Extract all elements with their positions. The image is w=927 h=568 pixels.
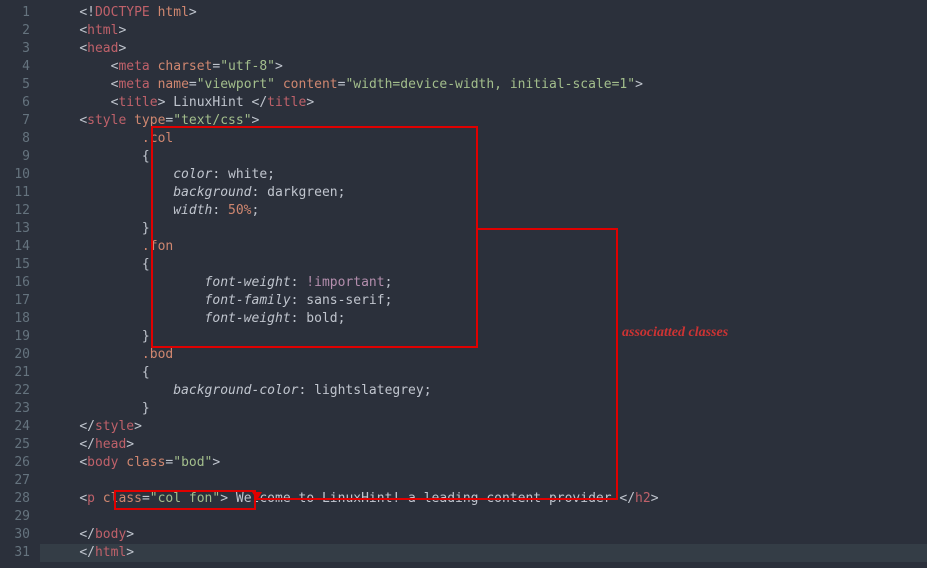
code-line[interactable]: font-weight: bold; <box>40 310 927 328</box>
code-line[interactable]: .fon <box>40 238 927 256</box>
line-number: 27 <box>10 472 30 490</box>
line-number: 20 <box>10 346 30 364</box>
line-number-gutter: 1234567891011121314151617181920212223242… <box>0 0 40 568</box>
line-number: 3 <box>10 40 30 58</box>
code-line[interactable]: { <box>40 364 927 382</box>
line-number: 18 <box>10 310 30 328</box>
code-line[interactable] <box>40 472 927 490</box>
code-line[interactable]: <body class="bod"> <box>40 454 927 472</box>
line-number: 5 <box>10 76 30 94</box>
line-number: 7 <box>10 112 30 130</box>
code-line[interactable]: </body> <box>40 526 927 544</box>
code-line[interactable]: } <box>40 328 927 346</box>
code-area[interactable]: <!DOCTYPE html> <html> <head> <meta char… <box>40 0 927 568</box>
code-line[interactable]: <!DOCTYPE html> <box>40 4 927 22</box>
code-line[interactable]: .bod <box>40 346 927 364</box>
line-number: 8 <box>10 130 30 148</box>
line-number: 1 <box>10 4 30 22</box>
line-number: 10 <box>10 166 30 184</box>
line-number: 26 <box>10 454 30 472</box>
code-line[interactable]: </html> <box>40 544 927 562</box>
line-number: 2 <box>10 22 30 40</box>
line-number: 25 <box>10 436 30 454</box>
code-line[interactable]: font-weight: !important; <box>40 274 927 292</box>
line-number: 21 <box>10 364 30 382</box>
code-line[interactable] <box>40 508 927 526</box>
line-number: 9 <box>10 148 30 166</box>
line-number: 24 <box>10 418 30 436</box>
code-line[interactable]: { <box>40 256 927 274</box>
code-line[interactable]: .col <box>40 130 927 148</box>
code-line[interactable]: <title> LinuxHint </title> <box>40 94 927 112</box>
line-number: 22 <box>10 382 30 400</box>
code-line[interactable]: </head> <box>40 436 927 454</box>
line-number: 15 <box>10 256 30 274</box>
code-line[interactable]: <head> <box>40 40 927 58</box>
line-number: 31 <box>10 544 30 562</box>
code-line[interactable]: <style type="text/css"> <box>40 112 927 130</box>
code-line[interactable]: { <box>40 148 927 166</box>
code-line[interactable]: color: white; <box>40 166 927 184</box>
line-number: 30 <box>10 526 30 544</box>
code-line[interactable]: } <box>40 220 927 238</box>
code-line[interactable]: <meta charset="utf-8"> <box>40 58 927 76</box>
code-line[interactable]: background-color: lightslategrey; <box>40 382 927 400</box>
line-number: 19 <box>10 328 30 346</box>
line-number: 17 <box>10 292 30 310</box>
line-number: 16 <box>10 274 30 292</box>
code-line[interactable]: <p class="col fon"> Welcome to LinuxHint… <box>40 490 927 508</box>
line-number: 12 <box>10 202 30 220</box>
code-line[interactable]: background: darkgreen; <box>40 184 927 202</box>
line-number: 29 <box>10 508 30 526</box>
code-line[interactable]: <meta name="viewport" content="width=dev… <box>40 76 927 94</box>
line-number: 14 <box>10 238 30 256</box>
line-number: 28 <box>10 490 30 508</box>
code-line[interactable]: <html> <box>40 22 927 40</box>
code-line[interactable]: font-family: sans-serif; <box>40 292 927 310</box>
code-line[interactable]: } <box>40 400 927 418</box>
line-number: 13 <box>10 220 30 238</box>
line-number: 11 <box>10 184 30 202</box>
code-line[interactable]: </style> <box>40 418 927 436</box>
code-line[interactable]: width: 50%; <box>40 202 927 220</box>
code-editor[interactable]: 1234567891011121314151617181920212223242… <box>0 0 927 568</box>
line-number: 6 <box>10 94 30 112</box>
line-number: 23 <box>10 400 30 418</box>
line-number: 4 <box>10 58 30 76</box>
